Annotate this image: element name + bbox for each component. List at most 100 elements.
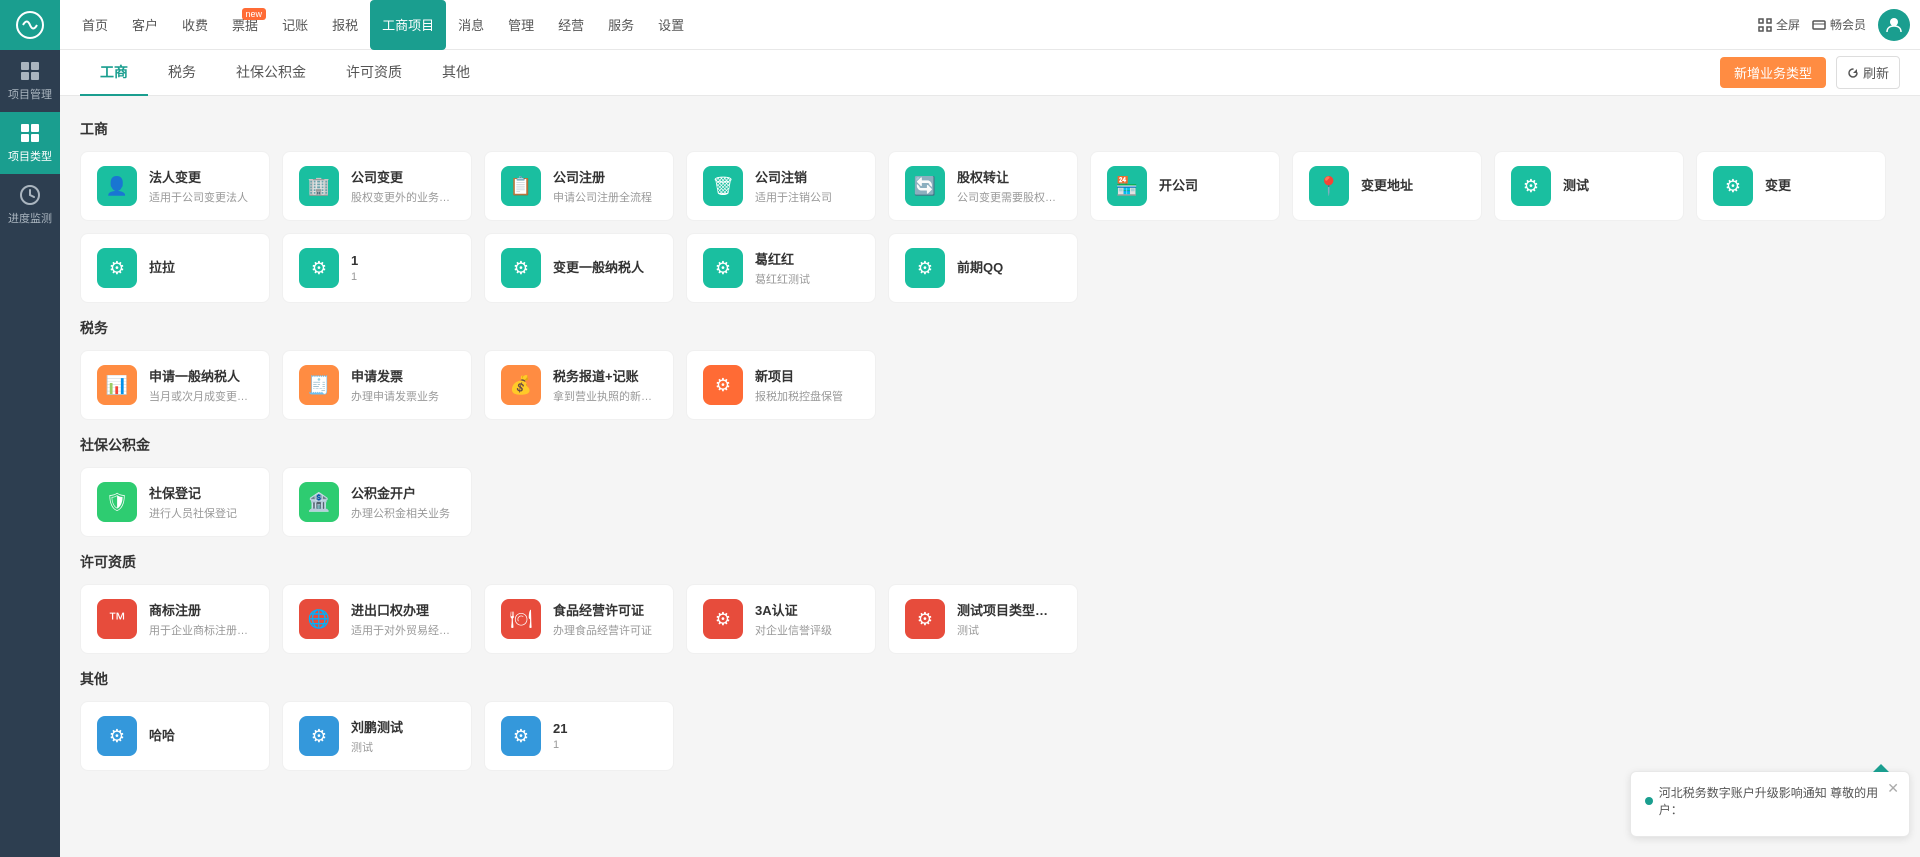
card-desc-twentyone: 1 (553, 739, 657, 751)
card-icon-import-export: 🌐 (299, 599, 339, 639)
nav-settings[interactable]: 设置 (646, 0, 696, 50)
card-icon-gehonghong: ⚙ (703, 248, 743, 288)
card-food-license[interactable]: 🍽 食品经营许可证 办理食品经营许可证 (484, 584, 674, 654)
notification-triangle (1873, 764, 1889, 772)
refresh-button[interactable]: 刷新 (1836, 56, 1900, 89)
nav-manage[interactable]: 管理 (496, 0, 546, 50)
card-icon-fund-account: 🏦 (299, 482, 339, 522)
card-icon-social-register: 🛡 (97, 482, 137, 522)
card-haha[interactable]: ⚙ 哈哈 (80, 701, 270, 771)
nav-tax[interactable]: 报税 (320, 0, 370, 50)
card-title-company-register: 公司注册 (553, 167, 657, 186)
card-test[interactable]: ⚙ 测试 (1494, 151, 1684, 221)
card-desc-food-license: 办理食品经营许可证 (553, 622, 657, 638)
sidebar-item-project-manage[interactable]: 项目管理 (0, 50, 60, 112)
card-apply-invoice[interactable]: 🧾 申请发票 办理申请发票业务 (282, 350, 472, 420)
card-title-import-export: 进出口权办理 (351, 600, 455, 619)
sidebar-item-project-type[interactable]: 项目类型 (0, 112, 60, 174)
notification-text: 河北税务数字账户升级影响通知 尊敬的用户： (1659, 784, 1895, 818)
nav-collect[interactable]: 收费 (170, 0, 220, 50)
new-type-button[interactable]: 新增业务类型 (1720, 57, 1826, 88)
card-change[interactable]: ⚙ 变更 (1696, 151, 1886, 221)
card-title-legal-change: 法人变更 (149, 167, 253, 186)
tab-industry[interactable]: 工商 (80, 50, 148, 96)
card-liupengtest[interactable]: ⚙ 刘鹏测试 测试 (282, 701, 472, 771)
member-btn[interactable]: 畅会员 (1812, 16, 1866, 33)
nav-ticket[interactable]: 票据 new (220, 0, 270, 50)
member-label: 畅会员 (1830, 16, 1866, 33)
card-icon-change-taxpayer: ⚙ (501, 248, 541, 288)
card-title-change: 变更 (1765, 175, 1869, 194)
card-company-change[interactable]: 🏢 公司变更 股权变更外的业务变更 (282, 151, 472, 221)
nav-operate[interactable]: 经营 (546, 0, 596, 50)
card-trademark[interactable]: ™ 商标注册 用于企业商标注册服务 (80, 584, 270, 654)
card-new-project[interactable]: ⚙ 新项目 报税加税控盘保管 (686, 350, 876, 420)
nav-account[interactable]: 记账 (270, 0, 320, 50)
card-import-export[interactable]: 🌐 进出口权办理 适用于对外贸易经营者 (282, 584, 472, 654)
nav-customer[interactable]: 客户 (120, 0, 170, 50)
card-tax-report[interactable]: 💰 税务报道+记账 拿到营业执照的新公司 (484, 350, 674, 420)
card-title-test-type: 测试项目类型目定义 (957, 600, 1061, 619)
card-title-open-company: 开公司 (1159, 175, 1263, 194)
card-social-register[interactable]: 🛡 社保登记 进行人员社保登记 (80, 467, 270, 537)
card-icon-3a-cert: ⚙ (703, 599, 743, 639)
sidebar-item-progress-monitor[interactable]: 进度监测 (0, 174, 60, 236)
card-title-gehonghong: 葛红红 (755, 249, 859, 268)
card-equity-transfer[interactable]: 🔄 股权转让 公司变更需要股权转让 (888, 151, 1078, 221)
card-lala[interactable]: ⚙ 拉拉 (80, 233, 270, 303)
card-legal-change[interactable]: 👤 法人变更 适用于公司变更法人 (80, 151, 270, 221)
card-company-cancel[interactable]: 🗑 公司注销 适用于注销公司 (686, 151, 876, 221)
card-twentyone[interactable]: ⚙ 21 1 (484, 701, 674, 771)
notification-dot (1645, 797, 1653, 805)
card-title-lala: 拉拉 (149, 257, 253, 276)
card-title-trademark: 商标注册 (149, 600, 253, 619)
card-desc-one: 1 (351, 271, 455, 283)
section-title-tax: 税务 (80, 318, 1900, 338)
card-title-one: 1 (351, 253, 455, 268)
fullscreen-btn[interactable]: 全屏 (1758, 16, 1800, 33)
tab-social[interactable]: 社保公积金 (216, 50, 326, 96)
nav-industry[interactable]: 工商项目 (370, 0, 446, 50)
card-change-taxpayer[interactable]: ⚙ 变更一般纳税人 (484, 233, 674, 303)
notification-close-btn[interactable]: ✕ (1887, 780, 1899, 797)
nav-message[interactable]: 消息 (446, 0, 496, 50)
card-icon-apply-taxpayer: 📊 (97, 365, 137, 405)
nav-service[interactable]: 服务 (596, 0, 646, 50)
sidebar-logo[interactable] (0, 0, 60, 50)
card-title-company-cancel: 公司注销 (755, 167, 859, 186)
card-icon-test-type: ⚙ (905, 599, 945, 639)
user-avatar[interactable] (1878, 9, 1910, 41)
card-icon-lala: ⚙ (97, 248, 137, 288)
card-icon-qianqiqq: ⚙ (905, 248, 945, 288)
card-title-test: 测试 (1563, 175, 1667, 194)
card-title-3a-cert: 3A认证 (755, 600, 859, 619)
tab-tax[interactable]: 税务 (148, 50, 216, 96)
card-title-apply-taxpayer: 申请一般纳税人 (149, 366, 253, 385)
card-icon-equity-transfer: 🔄 (905, 166, 945, 206)
license-cards-grid: ™ 商标注册 用于企业商标注册服务 🌐 进出口权办理 适用于对外贸易经营者 🍽 (80, 584, 1900, 654)
card-fund-account[interactable]: 🏦 公积金开户 办理公积金相关业务 (282, 467, 472, 537)
card-qianqiqq[interactable]: ⚙ 前期QQ (888, 233, 1078, 303)
card-desc-legal-change: 适用于公司变更法人 (149, 189, 253, 205)
card-desc-company-cancel: 适用于注销公司 (755, 189, 859, 205)
card-change-address[interactable]: 📍 变更地址 (1292, 151, 1482, 221)
card-one[interactable]: ⚙ 1 1 (282, 233, 472, 303)
topnav: 首页 客户 收费 票据 new 记账 报税 工商项目 消息 管理 经营 (60, 0, 1920, 50)
card-desc-fund-account: 办理公积金相关业务 (351, 505, 455, 521)
card-3a-cert[interactable]: ⚙ 3A认证 对企业信誉评级 (686, 584, 876, 654)
tab-other[interactable]: 其他 (422, 50, 490, 96)
card-gehonghong[interactable]: ⚙ 葛红红 葛红红测试 (686, 233, 876, 303)
sidebar-label-project-type: 项目类型 (8, 148, 52, 164)
card-title-social-register: 社保登记 (149, 483, 253, 502)
card-test-type[interactable]: ⚙ 测试项目类型目定义 测试 (888, 584, 1078, 654)
card-desc-trademark: 用于企业商标注册服务 (149, 622, 253, 638)
tab-license[interactable]: 许可资质 (326, 50, 422, 96)
card-desc-tax-report: 拿到营业执照的新公司 (553, 388, 657, 404)
card-company-register[interactable]: 📋 公司注册 申请公司注册全流程 (484, 151, 674, 221)
nav-home[interactable]: 首页 (70, 0, 120, 50)
card-apply-taxpayer[interactable]: 📊 申请一般纳税人 当月或次月成变更完成 (80, 350, 270, 420)
card-open-company[interactable]: 🏪 开公司 (1090, 151, 1280, 221)
card-icon-food-license: 🍽 (501, 599, 541, 639)
fullscreen-label: 全屏 (1776, 16, 1800, 33)
card-desc-company-change: 股权变更外的业务变更 (351, 189, 455, 205)
